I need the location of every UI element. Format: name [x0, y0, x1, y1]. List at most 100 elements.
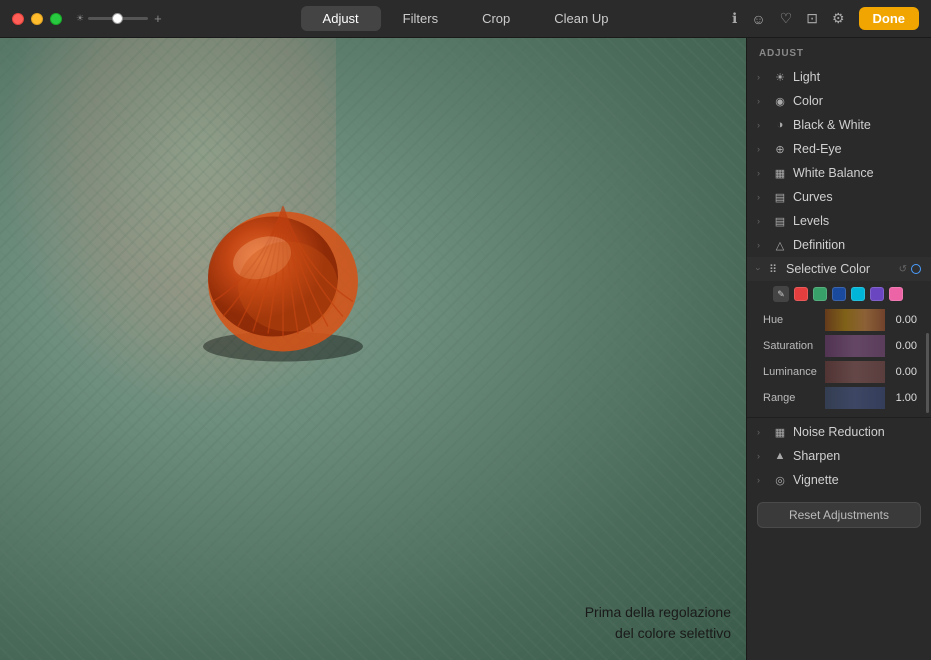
sc-controls: ↺	[899, 264, 921, 275]
lum-value: 0.00	[885, 366, 921, 378]
done-button[interactable]: Done	[859, 7, 920, 30]
brightness-slider[interactable]: ☀ +	[76, 11, 162, 26]
light-icon: ☀	[773, 71, 787, 84]
range-label: Range	[759, 392, 825, 404]
chevron-right-icon: ›	[757, 72, 767, 82]
swatch-blue[interactable]	[832, 287, 846, 301]
adjust-item-definition[interactable]: › △ Definition	[747, 233, 931, 257]
minimize-button[interactable]	[31, 13, 43, 25]
sharpen-icon: ▲	[773, 450, 787, 462]
swatch-red[interactable]	[794, 287, 808, 301]
brightness-min-icon: ☀	[76, 13, 84, 24]
lum-label: Luminance	[759, 366, 825, 378]
definition-label: Definition	[793, 238, 921, 252]
info-icon[interactable]: ℹ	[732, 10, 737, 27]
sc-active-indicator	[911, 264, 921, 274]
range-value: 1.00	[885, 392, 921, 404]
shell-image	[173, 177, 393, 372]
sharpen-label: Sharpen	[793, 449, 921, 463]
photo-container	[0, 38, 746, 660]
tools-icon[interactable]: ⚙	[832, 10, 845, 27]
redeye-icon: ⊕	[773, 143, 787, 156]
range-fill	[825, 387, 885, 409]
sat-label: Saturation	[759, 340, 825, 352]
reset-container: Reset Adjustments	[747, 492, 931, 538]
saturation-slider[interactable]: Saturation 0.00	[759, 335, 921, 357]
sc-reset-icon[interactable]: ↺	[899, 264, 907, 275]
range-slider-row: Range 1.00	[747, 385, 931, 411]
curves-icon: ▤	[773, 191, 787, 204]
adjust-item-wb[interactable]: › ▦ White Balance	[747, 161, 931, 185]
tab-filters[interactable]: Filters	[381, 6, 460, 31]
adjust-item-sharpen[interactable]: › ▲ Sharpen	[747, 444, 931, 468]
tab-crop[interactable]: Crop	[460, 6, 532, 31]
reset-adjustments-button[interactable]: Reset Adjustments	[757, 502, 921, 528]
adjust-item-levels[interactable]: › ▤ Levels	[747, 209, 931, 233]
adjust-item-curves[interactable]: › ▤ Curves	[747, 185, 931, 209]
wb-icon: ▦	[773, 167, 787, 180]
chevron-right-icon: ›	[757, 168, 767, 178]
definition-icon: △	[773, 239, 787, 252]
hue-value: 0.00	[885, 314, 921, 326]
hue-slider-row: Hue 0.00	[747, 307, 931, 333]
brightness-thumb	[112, 13, 123, 24]
chevron-down-icon: ›	[754, 268, 764, 271]
redeye-label: Red-Eye	[793, 142, 921, 156]
adjust-item-light[interactable]: › ☀ Light	[747, 65, 931, 89]
adjust-item-noise[interactable]: › ▦ Noise Reduction	[747, 420, 931, 444]
titlebar-right: ℹ ☺ ♡ ⊡ ⚙ Done	[732, 7, 919, 30]
color-icon: ◉	[773, 95, 787, 108]
heart-icon[interactable]: ♡	[780, 10, 793, 27]
levels-icon: ▤	[773, 215, 787, 228]
share-icon[interactable]: ⊡	[806, 10, 818, 27]
adjust-item-vignette[interactable]: › ◎ Vignette	[747, 468, 931, 492]
lum-fill	[825, 361, 885, 383]
curves-label: Curves	[793, 190, 921, 204]
photo-area	[0, 38, 746, 660]
chevron-right-icon: ›	[757, 144, 767, 154]
bw-icon: ◑	[773, 119, 787, 131]
close-button[interactable]	[12, 13, 24, 25]
chevron-right-icon: ›	[757, 240, 767, 250]
emoji-icon[interactable]: ☺	[751, 11, 765, 27]
chevron-right-icon: ›	[757, 120, 767, 130]
hue-slider[interactable]: Hue 0.00	[759, 309, 921, 331]
luminance-slider[interactable]: Luminance 0.00	[759, 361, 921, 383]
range-slider[interactable]: Range 1.00	[759, 387, 921, 409]
adjust-item-color[interactable]: › ◉ Color	[747, 89, 931, 113]
hue-label: Hue	[759, 314, 825, 326]
chevron-right-icon: ›	[757, 216, 767, 226]
vignette-icon: ◎	[773, 474, 787, 487]
brightness-plus-icon: +	[154, 11, 162, 26]
chevron-right-icon: ›	[757, 427, 767, 437]
chevron-right-icon: ›	[757, 192, 767, 202]
nav-tabs: Adjust Filters Crop Clean Up	[301, 6, 631, 31]
adjust-item-selective-color[interactable]: › ⠿ Selective Color ↺	[747, 257, 931, 281]
saturation-slider-row: Saturation 0.00	[747, 333, 931, 359]
swatch-pink[interactable]	[889, 287, 903, 301]
adjust-item-bw[interactable]: › ◑ Black & White	[747, 113, 931, 137]
chevron-right-icon: ›	[757, 475, 767, 485]
swatch-cyan[interactable]	[851, 287, 865, 301]
sat-value: 0.00	[885, 340, 921, 352]
brightness-track	[88, 17, 148, 20]
scrollbar[interactable]	[926, 333, 929, 413]
adjust-item-redeye[interactable]: › ⊕ Red-Eye	[747, 137, 931, 161]
maximize-button[interactable]	[50, 13, 62, 25]
divider	[747, 417, 931, 418]
color-picker-row: ✎	[747, 281, 931, 307]
sat-fill	[825, 335, 885, 357]
swatch-purple[interactable]	[870, 287, 884, 301]
tab-adjust[interactable]: Adjust	[301, 6, 381, 31]
sc-label: Selective Color	[786, 262, 893, 276]
range-bar	[825, 387, 885, 409]
noise-label: Noise Reduction	[793, 425, 921, 439]
panel-title: ADJUST	[747, 38, 931, 65]
eyedropper-tool[interactable]: ✎	[773, 286, 789, 302]
hue-bar	[825, 309, 885, 331]
swatch-green[interactable]	[813, 287, 827, 301]
hue-fill	[825, 309, 885, 331]
tab-cleanup[interactable]: Clean Up	[532, 6, 630, 31]
sc-icon: ⠿	[766, 263, 780, 276]
luminance-slider-row: Luminance 0.00	[747, 359, 931, 385]
